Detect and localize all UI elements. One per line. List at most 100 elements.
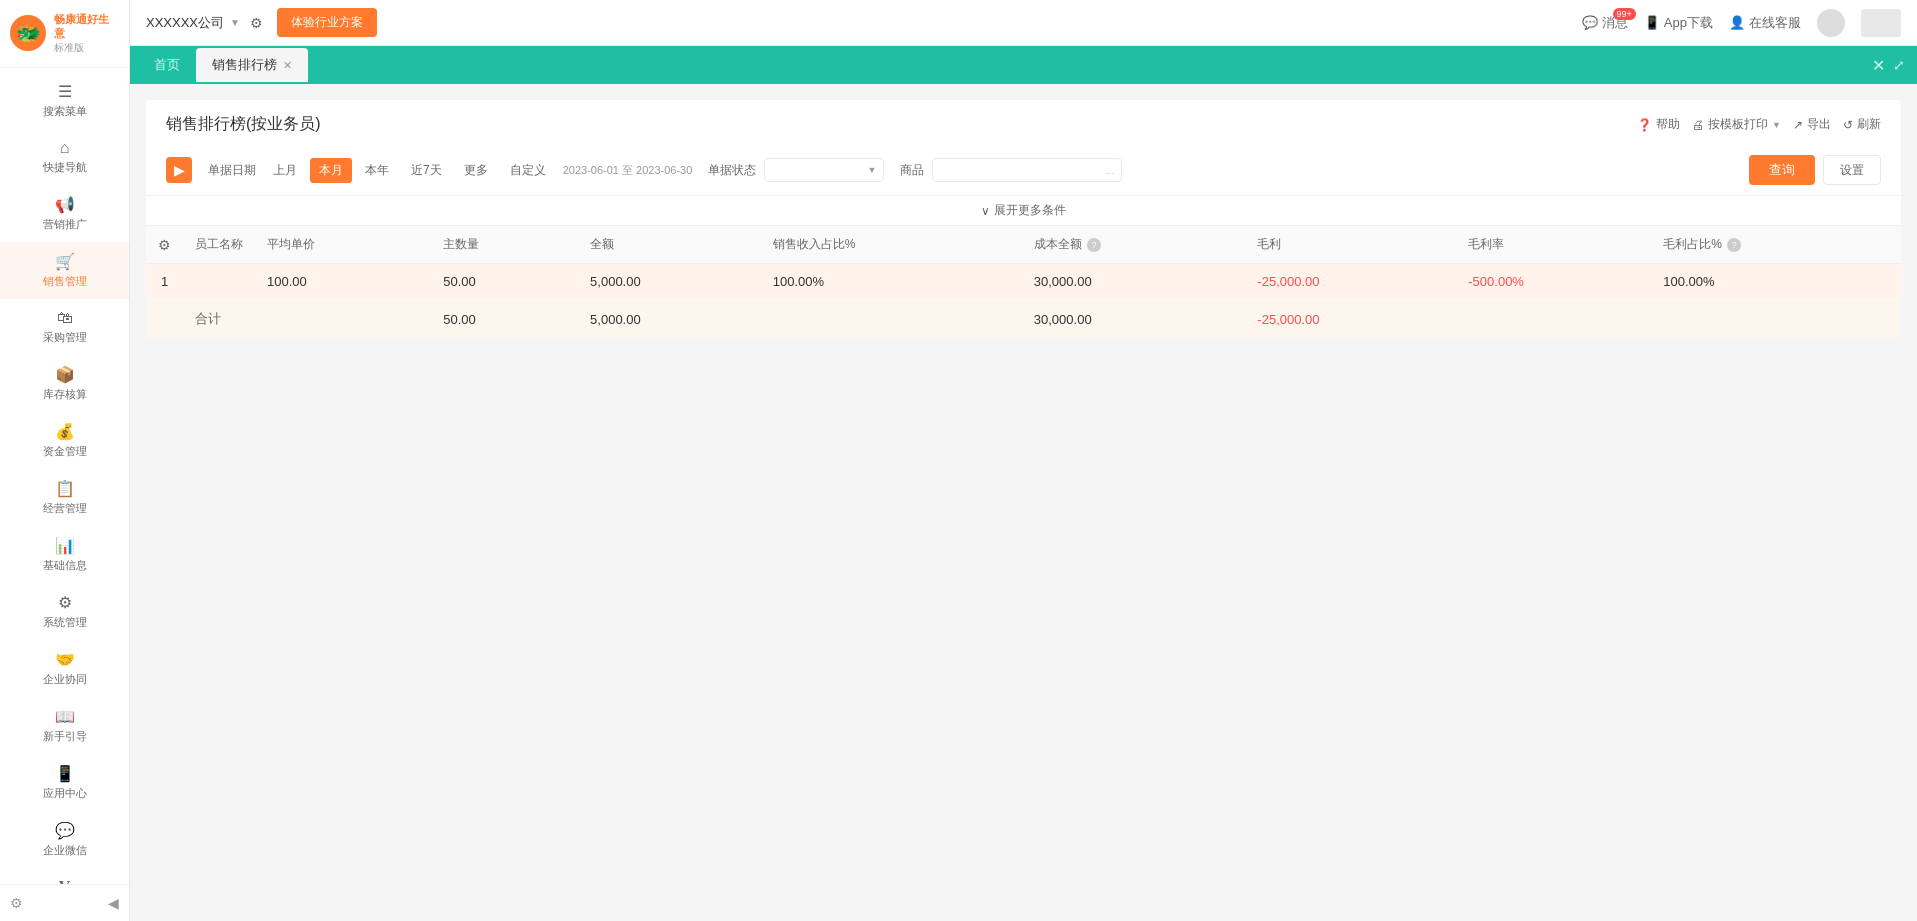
date-btn-last-month[interactable]: 上月: [264, 158, 306, 183]
online-service-btn[interactable]: 👤 在线客服: [1729, 14, 1801, 32]
date-filter-label: 单据日期: [208, 162, 256, 179]
col-profit-pct-label: 毛利占比%: [1663, 237, 1722, 251]
page-header: 销售排行榜(按业务员) ❓ 帮助 🖨 按模板打印 ▼ ↗: [146, 100, 1901, 145]
help-btn[interactable]: ❓ 帮助: [1637, 116, 1680, 133]
filter-bar: ▶ 单据日期 上月 本月 本年 近7天 更多 自定义 2023-06-01 至 …: [146, 145, 1901, 196]
profit-pct-info-icon[interactable]: ?: [1727, 238, 1741, 252]
expand-more-btn[interactable]: ∨ 展开更多条件: [981, 202, 1066, 219]
company-name: XXXXXX公司: [146, 14, 224, 32]
print-label: 按模板打印: [1708, 116, 1768, 133]
query-button[interactable]: 查询: [1749, 155, 1815, 185]
print-template-btn[interactable]: 🖨 按模板打印 ▼: [1692, 116, 1781, 133]
sidebar-item-inventory[interactable]: 📦 库存核算: [0, 355, 129, 412]
page-title: 销售排行榜(按业务员): [166, 114, 321, 135]
trial-button[interactable]: 体验行业方案: [277, 8, 377, 37]
col-sales-pct-label: 销售收入占比%: [773, 237, 856, 251]
sidebar-item-member[interactable]: V 畅会员: [0, 868, 129, 884]
sidebar-item-operations[interactable]: 📋 经营管理: [0, 469, 129, 526]
col-settings-header: ⚙: [146, 226, 183, 264]
data-table-wrap: ⚙ 员工名称 平均单价 主数量: [146, 226, 1901, 338]
footer-profit-pct: [1651, 300, 1901, 339]
window-close-btn[interactable]: ✕: [1868, 52, 1889, 79]
footer-profit-rate: [1456, 300, 1651, 339]
sidebar-collapse-btn[interactable]: ◀: [108, 895, 119, 911]
settings-button[interactable]: 设置: [1823, 155, 1881, 185]
service-label: 在线客服: [1749, 14, 1801, 32]
sidebar-item-purchase[interactable]: 🛍 采购管理: [0, 299, 129, 355]
sidebar-item-guide[interactable]: 📖 新手引导: [0, 697, 129, 754]
sidebar-item-basics[interactable]: 📊 基础信息: [0, 526, 129, 583]
marketing-icon: 📢: [55, 195, 75, 214]
date-btn-this-year[interactable]: 本年: [356, 158, 398, 183]
appstore-icon: 📱: [55, 764, 75, 783]
inventory-icon: 📦: [55, 365, 75, 384]
system-icon: ⚙: [58, 593, 72, 612]
date-btn-more[interactable]: 更多: [455, 158, 497, 183]
col-cost-header: 成本全额 ?: [1022, 226, 1246, 264]
date-btn-custom[interactable]: 自定义: [501, 158, 555, 183]
page-content: 销售排行榜(按业务员) ❓ 帮助 🖨 按模板打印 ▼ ↗: [130, 84, 1917, 921]
sidebar-item-marketing[interactable]: 📢 营销推广: [0, 185, 129, 242]
tab-sales-ranking-label: 销售排行榜: [212, 56, 277, 74]
refresh-btn[interactable]: ↺ 刷新: [1843, 116, 1881, 133]
row-sales-pct: 100.00%: [761, 264, 1022, 300]
column-settings-icon[interactable]: ⚙: [158, 237, 171, 253]
tab-home-label: 首页: [154, 56, 180, 74]
col-profit-rate-label: 毛利率: [1468, 237, 1504, 251]
page-card: 销售排行榜(按业务员) ❓ 帮助 🖨 按模板打印 ▼ ↗: [146, 100, 1901, 338]
sidebar-item-finance[interactable]: 💰 资金管理: [0, 412, 129, 469]
basics-icon: 📊: [55, 536, 75, 555]
sidebar-item-appstore[interactable]: 📱 应用中心: [0, 754, 129, 811]
sidebar-footer: ⚙ ◀: [0, 884, 129, 921]
date-btn-this-month[interactable]: 本月: [310, 158, 352, 183]
table-body: 1 100.00 50.00 5,000.00 100.00% 30,000.0…: [146, 264, 1901, 300]
filter-right-actions: 查询 设置: [1749, 155, 1881, 185]
sidebar-item-enterprise[interactable]: 🤝 企业协同: [0, 640, 129, 697]
sidebar: 🐲 畅康通好生意 标准版 ☰ 搜索菜单 ⌂ 快捷导航 📢 营销推广 🛒: [0, 0, 130, 921]
col-avg-price-header: 平均单价: [255, 226, 431, 264]
app-download-btn[interactable]: 📱 App下载: [1644, 14, 1713, 32]
refresh-label: 刷新: [1857, 116, 1881, 133]
col-profit-rate-header: 毛利率: [1456, 226, 1651, 264]
footer-avg-price: [255, 300, 431, 339]
user-avatar[interactable]: [1817, 9, 1845, 37]
settings-gear-icon[interactable]: ⚙: [250, 15, 263, 31]
sidebar-settings-btn[interactable]: ⚙: [10, 895, 23, 911]
window-restore-btn[interactable]: ⤢: [1889, 53, 1909, 77]
print-dropdown-icon: ▼: [1772, 120, 1781, 130]
sidebar-item-sales[interactable]: 🛒 销售管理: [0, 242, 129, 299]
filter-collapse-btn[interactable]: ▶: [166, 157, 192, 183]
tab-close-icon[interactable]: ✕: [283, 59, 292, 72]
sidebar-item-wechat[interactable]: 💬 企业微信: [0, 811, 129, 868]
footer-sales-pct: [761, 300, 1022, 339]
cost-info-icon[interactable]: ?: [1087, 238, 1101, 252]
logo-title: 畅康通好生意: [54, 12, 119, 41]
collapse-icon: ▶: [174, 162, 185, 178]
table-footer-row: 合计 50.00 5,000.00 30,000.00 -25,000.00: [146, 300, 1901, 339]
tab-home[interactable]: 首页: [138, 48, 196, 82]
sidebar-menu: ☰ 搜索菜单 ⌂ 快捷导航 📢 营销推广 🛒 销售管理 🛍 采购管理 📦 库: [0, 68, 129, 884]
row-cost: 30,000.00: [1022, 264, 1246, 300]
sales-icon: 🛒: [55, 252, 75, 271]
goods-filter-label: 商品: [900, 162, 924, 179]
row-profit-pct: 100.00%: [1651, 264, 1901, 300]
sidebar-item-search[interactable]: ☰ 搜索菜单: [0, 72, 129, 129]
col-cost-label: 成本全额: [1034, 237, 1082, 251]
date-filter-group: 单据日期 上月 本月 本年 近7天 更多 自定义 2023-06-01 至 20…: [208, 158, 692, 183]
col-total-header: 全额: [578, 226, 761, 264]
date-btn-7days[interactable]: 近7天: [402, 158, 451, 183]
col-profit-label: 毛利: [1257, 237, 1281, 251]
col-profit-pct-header: 毛利占比% ?: [1651, 226, 1901, 264]
status-select[interactable]: [764, 158, 884, 182]
notification-btn[interactable]: 💬 消息 99+: [1582, 14, 1628, 32]
tab-sales-ranking[interactable]: 销售排行榜 ✕: [196, 48, 308, 82]
logo-icon: 🐲: [10, 15, 46, 51]
goods-input[interactable]: [932, 158, 1122, 182]
col-sales-pct-header: 销售收入占比%: [761, 226, 1022, 264]
company-selector[interactable]: XXXXXX公司 ▼: [146, 14, 240, 32]
topbar: XXXXXX公司 ▼ ⚙ 体验行业方案 💬 消息 99+ 📱 App下载 👤 在…: [130, 0, 1917, 46]
sidebar-item-system[interactable]: ⚙ 系统管理: [0, 583, 129, 640]
export-btn[interactable]: ↗ 导出: [1793, 116, 1831, 133]
sidebar-item-quicknav[interactable]: ⌂ 快捷导航: [0, 129, 129, 185]
notification-icon: 💬: [1582, 15, 1598, 30]
